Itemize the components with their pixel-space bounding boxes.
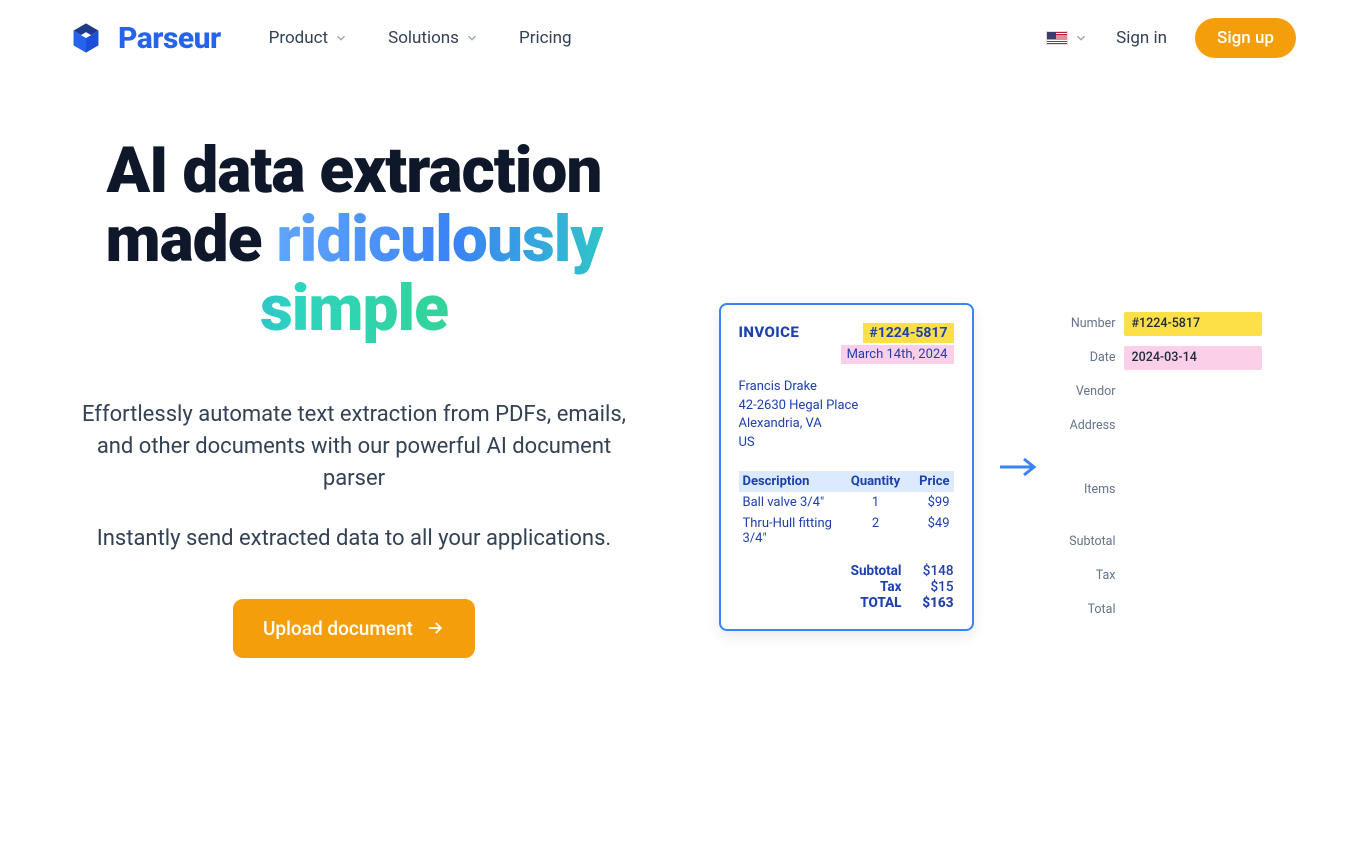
nav-pricing-label: Pricing: [519, 28, 572, 48]
field-total: Total: [1062, 598, 1262, 622]
col-qty: Quantity: [846, 474, 906, 489]
language-selector[interactable]: [1046, 31, 1088, 45]
field-tax: Tax: [1062, 564, 1262, 588]
addr-line: Francis Drake: [739, 378, 954, 397]
extracted-fields: Number#1224-5817 Date2024-03-14 Vendor A…: [1062, 312, 1262, 622]
header-right: Sign in Sign up: [1046, 18, 1296, 58]
nav-product[interactable]: Product: [269, 28, 348, 48]
invoice-table: Description Quantity Price Ball valve 3/…: [739, 471, 954, 549]
upload-document-button[interactable]: Upload document: [233, 599, 475, 658]
field-items: Items: [1062, 478, 1262, 520]
nav-solutions-label: Solutions: [388, 28, 459, 48]
chevron-down-icon: [334, 31, 348, 45]
field-date-value: 2024-03-14: [1124, 346, 1262, 370]
table-row: Ball valve 3/4" 1 $99: [739, 492, 954, 513]
arrow-right-icon: [998, 455, 1038, 479]
chevron-down-icon: [465, 31, 479, 45]
hero-subtext-1: Effortlessly automate text extraction fr…: [64, 399, 644, 495]
table-row: Thru-Hull fitting 3/4" 2 $49: [739, 513, 954, 549]
hero-content: AI data extraction made ridiculously sim…: [64, 136, 644, 658]
field-subtotal: Subtotal: [1062, 530, 1262, 554]
invoice-number-highlight: #1224-5817: [863, 323, 953, 343]
headline-line-2: ridiculously simple: [260, 202, 603, 346]
hero-headline: AI data extraction made ridiculously sim…: [64, 136, 644, 343]
hero-illustration: INVOICE #1224-5817 March 14th, 2024 Fran…: [684, 136, 1296, 658]
col-desc: Description: [743, 474, 846, 489]
field-number: Number#1224-5817: [1062, 312, 1262, 336]
addr-line: Alexandria, VA: [739, 415, 954, 434]
addr-line: US: [739, 434, 954, 453]
arrow-right-icon: [425, 618, 445, 638]
nav-solutions[interactable]: Solutions: [388, 28, 479, 48]
invoice-title: INVOICE: [739, 323, 800, 341]
hero-section: AI data extraction made ridiculously sim…: [0, 76, 1360, 658]
nav-pricing[interactable]: Pricing: [519, 28, 572, 48]
invoice-address: Francis Drake 42-2630 Hegal Place Alexan…: [739, 378, 954, 453]
hero-subtext-2: Instantly send extracted data to all you…: [64, 523, 644, 555]
addr-line: 42-2630 Hegal Place: [739, 397, 954, 416]
field-number-value: #1224-5817: [1124, 312, 1262, 336]
field-address: Address: [1062, 414, 1262, 468]
signup-button[interactable]: Sign up: [1195, 18, 1296, 58]
col-price: Price: [906, 474, 950, 489]
nav-product-label: Product: [269, 28, 328, 48]
invoice-date-highlight: March 14th, 2024: [841, 345, 954, 364]
us-flag-icon: [1046, 31, 1068, 45]
signin-link[interactable]: Sign in: [1116, 28, 1167, 48]
cta-label: Upload document: [263, 617, 413, 640]
field-vendor: Vendor: [1062, 380, 1262, 404]
chevron-down-icon: [1074, 31, 1088, 45]
primary-nav: Product Solutions Pricing: [269, 28, 572, 48]
logo[interactable]: Parseur: [64, 16, 221, 60]
field-date: Date2024-03-14: [1062, 346, 1262, 370]
logo-icon: [64, 16, 108, 60]
invoice-totals: Subtotal$148 Tax$15 TOTAL$163: [739, 563, 954, 611]
logo-text: Parseur: [118, 21, 221, 56]
site-header: Parseur Product Solutions Pricing Sign i…: [0, 0, 1360, 76]
sample-invoice: INVOICE #1224-5817 March 14th, 2024 Fran…: [719, 303, 974, 631]
